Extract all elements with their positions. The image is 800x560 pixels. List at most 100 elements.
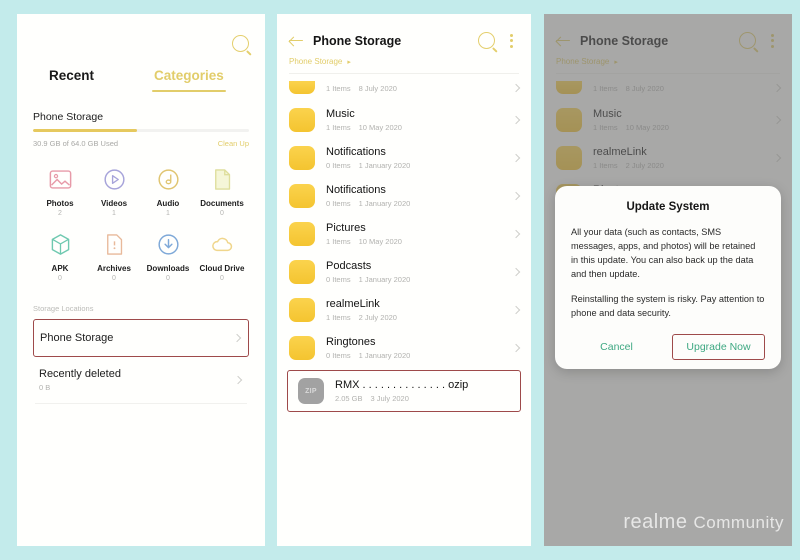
file-items: 1 Items <box>326 236 351 246</box>
breadcrumb[interactable]: Phone Storage ▸ <box>277 49 531 73</box>
file-sub: 0 Items 1 January 2020 <box>326 275 507 284</box>
category-downloads[interactable]: Downloads 0 <box>141 231 195 282</box>
category-archives-count: 0 <box>112 274 116 282</box>
category-archives[interactable]: Archives 0 <box>87 231 141 282</box>
file-sub: 2.05 GB 3 July 2020 <box>335 394 510 403</box>
file-date: 1 January 2020 <box>358 198 411 208</box>
file-date: 10 May 2020 <box>358 122 402 132</box>
file-sub: 0 Items 1 January 2020 <box>326 161 507 170</box>
category-grid: Photos 2 Videos 1 Audio 1 Documents 0 AP… <box>33 166 249 282</box>
dialog-actions: Cancel Upgrade Now <box>571 333 765 360</box>
dialog-paragraph-1: All your data (such as contacts, SMS mes… <box>571 227 756 279</box>
storage-locations-label: Storage Locations <box>33 303 94 313</box>
phone-panel-update-dialog: Phone Storage Phone Storage ▸ 1 Items8 J… <box>544 14 792 546</box>
tab-categories[interactable]: Categories <box>152 68 226 92</box>
file-sub: 1 Items 2 July 2020 <box>326 313 507 322</box>
phone-panel-file-manager-home: Recent Categories Phone Storage 30.9 GB … <box>17 14 265 546</box>
storage-location-phone-storage[interactable]: Phone Storage <box>33 318 249 357</box>
file-name: Podcasts <box>326 260 372 273</box>
category-cloud-drive-count: 0 <box>220 274 224 282</box>
file-list: 1 Items8 July 2020Music1 Items10 May 202… <box>277 74 531 412</box>
category-cloud-drive-label: Cloud Drive <box>199 263 245 273</box>
archives-icon <box>106 233 122 255</box>
zip-file-icon: ZIP <box>298 378 324 404</box>
cloud-drive-icon <box>211 237 232 251</box>
file-row[interactable]: Podcasts 0 Items 1 January 2020 <box>277 253 531 291</box>
category-apk-count: 0 <box>58 274 62 282</box>
category-audio-label: Audio <box>156 198 180 208</box>
category-photos-count: 2 <box>58 209 62 217</box>
folder-icon <box>289 108 315 132</box>
update-system-dialog: Update System All your data (such as con… <box>555 186 781 369</box>
file-meta: RMX . . . . . . . . . . . . . . ozip 2.05… <box>335 379 510 403</box>
dialog-title: Update System <box>626 201 710 213</box>
file-name: RMX . . . . . . . . . . . . . . ozip <box>335 379 469 392</box>
back-arrow-icon[interactable] <box>289 35 303 46</box>
file-row[interactable]: Music1 Items 10 May 2020 <box>277 101 531 139</box>
watermark-suffix: Community <box>693 513 784 532</box>
chevron-right-icon <box>511 191 521 201</box>
category-audio[interactable]: Audio 1 <box>141 166 195 217</box>
panel2-header: Phone Storage <box>277 14 531 49</box>
file-name: Ringtones <box>326 336 376 349</box>
chevron-right-icon <box>511 229 521 239</box>
file-name: Notifications <box>326 146 386 159</box>
documents-icon <box>214 168 230 190</box>
file-row[interactable]: Ringtones0 Items 1 January 2020 <box>277 329 531 367</box>
chevron-right-icon <box>511 153 521 163</box>
file-row[interactable]: Notifications 0 Items 1 January 2020 <box>277 177 531 215</box>
search-icon[interactable] <box>232 34 249 52</box>
file-meta: Notifications 0 Items 1 January 2020 <box>326 184 507 208</box>
category-downloads-count: 0 <box>166 274 170 282</box>
tab-categories-label: Categories <box>154 68 224 83</box>
folder-icon <box>289 260 315 284</box>
storage-progress-fill <box>33 129 137 132</box>
kebab-menu-icon[interactable] <box>505 33 517 49</box>
file-row[interactable]: Notifications 0 Items 1 January 2020 <box>277 139 531 177</box>
storage-location-recently-deleted-label: Recently deleted <box>39 367 121 380</box>
file-date: 3 July 2020 <box>370 393 409 403</box>
watermark-brand: realme <box>623 511 688 533</box>
tab-recent[interactable]: Recent <box>49 68 94 89</box>
category-audio-count: 1 <box>166 209 170 217</box>
storage-location-recently-deleted[interactable]: Recently deleted 0 B <box>33 357 249 403</box>
category-documents-count: 0 <box>220 209 224 217</box>
file-meta: Pictures 1 Items 10 May 2020 <box>326 222 507 246</box>
category-archives-label: Archives <box>97 263 131 273</box>
tab-recent-label: Recent <box>49 68 95 83</box>
file-row[interactable]: realmeLink 1 Items 2 July 2020 <box>277 291 531 329</box>
category-photos[interactable]: Photos 2 <box>33 166 87 217</box>
file-row[interactable]: Pictures 1 Items 10 May 2020 <box>277 215 531 253</box>
cancel-button[interactable]: Cancel <box>571 335 662 359</box>
file-items: 1 Items <box>326 84 351 94</box>
chevron-right-icon <box>233 375 243 384</box>
clean-up-link[interactable]: Clean Up <box>218 139 249 148</box>
folder-icon <box>289 81 315 94</box>
file-date: 1 January 2020 <box>358 160 411 170</box>
storage-title: Phone Storage <box>33 111 104 123</box>
category-photos-label: Photos <box>46 198 74 208</box>
file-row[interactable]: 1 Items 8 July 2020 <box>277 74 531 101</box>
breadcrumb-label: Phone Storage <box>289 57 343 66</box>
category-documents-label: Documents <box>200 198 244 208</box>
category-tabs: Recent Categories <box>33 60 249 92</box>
file-meta: Podcasts 0 Items 1 January 2020 <box>326 260 507 284</box>
file-name: realmeLink <box>326 298 380 311</box>
folder-icon <box>289 336 315 360</box>
file-meta: Ringtones0 Items 1 January 2020 <box>326 336 507 360</box>
file-date: 1 January 2020 <box>358 350 411 360</box>
category-videos-count: 1 <box>112 209 116 217</box>
file-row[interactable]: ZIP RMX . . . . . . . . . . . . . . ozip 2… <box>287 370 521 412</box>
file-items: 0 Items <box>326 198 351 208</box>
category-documents[interactable]: Documents 0 <box>195 166 249 217</box>
upgrade-now-button[interactable]: Upgrade Now <box>672 333 765 360</box>
file-meta: 1 Items 8 July 2020 <box>326 82 507 94</box>
folder-icon <box>289 184 315 208</box>
category-videos[interactable]: Videos 1 <box>87 166 141 217</box>
search-icon[interactable] <box>478 32 495 49</box>
chevron-right-icon <box>511 343 521 353</box>
category-cloud-drive[interactable]: Cloud Drive 0 <box>195 231 249 282</box>
phone-panel-phone-storage-list: Phone Storage Phone Storage ▸ 1 Items 8 J… <box>277 14 531 546</box>
category-apk[interactable]: APK 0 <box>33 231 87 282</box>
file-name: Music <box>326 108 355 121</box>
